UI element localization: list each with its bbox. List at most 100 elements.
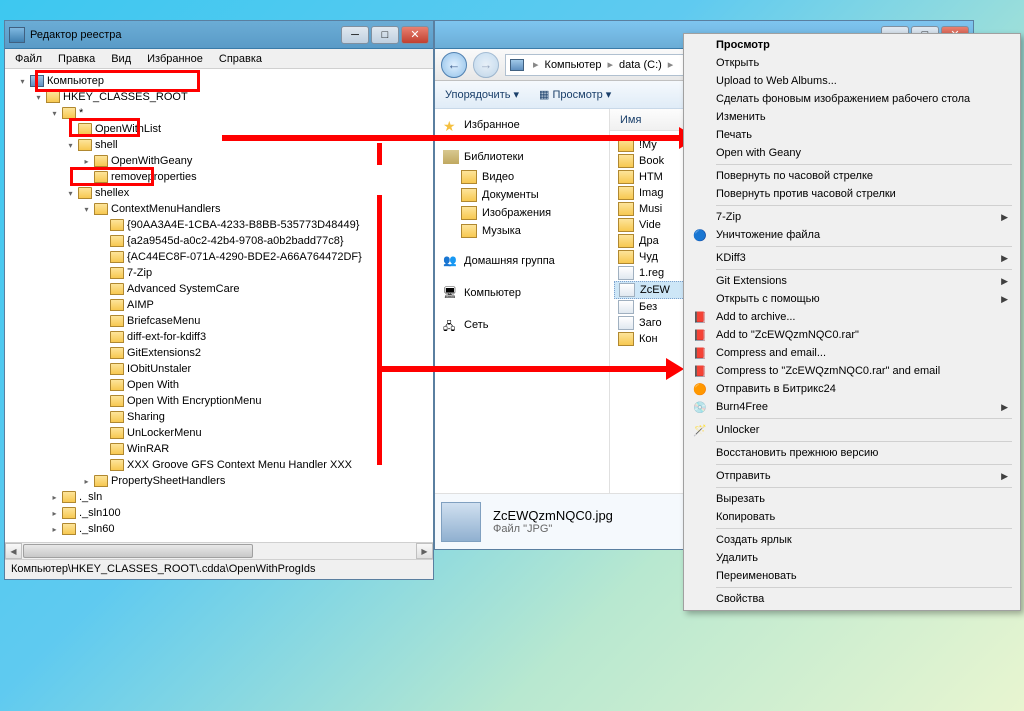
nav-libraries[interactable]: Библиотеки: [439, 147, 605, 167]
maximize-button[interactable]: □: [371, 26, 399, 44]
scroll-track[interactable]: [22, 543, 416, 559]
nav-homegroup[interactable]: 👥Домашняя группа: [439, 251, 605, 271]
context-item[interactable]: Открыть: [686, 54, 1018, 72]
tree-item[interactable]: ▾*: [9, 105, 429, 121]
context-item[interactable]: 📕Add to "ZcEWQzmNQC0.rar": [686, 326, 1018, 344]
expander-icon[interactable]: ▾: [49, 108, 60, 119]
tree-item[interactable]: ▸._sln: [9, 489, 429, 505]
tree-item[interactable]: Open With EncryptionMenu: [9, 393, 429, 409]
crumb-computer[interactable]: Компьютер: [545, 59, 602, 71]
tree-item[interactable]: IObitUnstaler: [9, 361, 429, 377]
context-menu[interactable]: ПросмотрОткрытьUpload to Web Albums...Сд…: [683, 33, 1021, 611]
context-item[interactable]: 💿Burn4Free▶: [686, 398, 1018, 416]
menu-view[interactable]: Вид: [105, 51, 137, 66]
tree-item[interactable]: XXX Groove GFS Context Menu Handler XXX: [9, 457, 429, 473]
nav-lib-music[interactable]: Музыка: [439, 223, 605, 239]
context-item[interactable]: 7-Zip▶: [686, 208, 1018, 226]
tree-item[interactable]: {a2a9545d-a0c2-42b4-9708-a0b2badd77c8}: [9, 233, 429, 249]
nav-lib-video[interactable]: Видео: [439, 169, 605, 185]
context-item[interactable]: Свойства: [686, 590, 1018, 608]
tree-item[interactable]: ▸OpenWithGeany: [9, 153, 429, 169]
tree-item[interactable]: Advanced SystemCare: [9, 281, 429, 297]
scroll-thumb[interactable]: [23, 544, 253, 558]
context-item[interactable]: 📕Add to archive...: [686, 308, 1018, 326]
expander-icon[interactable]: ▾: [65, 188, 76, 199]
context-item[interactable]: 🔵Уничтожение файла: [686, 226, 1018, 244]
scroll-left-button[interactable]: ◀: [5, 543, 22, 559]
context-item[interactable]: 📕Compress and email...: [686, 344, 1018, 362]
tree-item[interactable]: ▾shell: [9, 137, 429, 153]
view-button[interactable]: ▦ Просмотр ▾: [539, 88, 611, 101]
tree-item[interactable]: removeproperties: [9, 169, 429, 185]
nav-favorites[interactable]: ★Избранное: [439, 115, 605, 135]
menu-file[interactable]: Файл: [9, 51, 48, 66]
back-button[interactable]: ←: [441, 52, 467, 78]
context-item[interactable]: 📕Compress to "ZcEWQzmNQC0.rar" and email: [686, 362, 1018, 380]
context-item[interactable]: Создать ярлык: [686, 531, 1018, 549]
context-item[interactable]: Просмотр: [686, 36, 1018, 54]
expander-icon[interactable]: ▸: [49, 508, 60, 519]
tree-item[interactable]: ▾ContextMenuHandlers: [9, 201, 429, 217]
regedit-titlebar[interactable]: Редактор реестра ─ □ ✕: [5, 21, 433, 49]
tree-item[interactable]: ▸._sln100: [9, 505, 429, 521]
context-item[interactable]: Отправить▶: [686, 467, 1018, 485]
tree-item[interactable]: 7-Zip: [9, 265, 429, 281]
nav-network[interactable]: 🖧Сеть: [439, 315, 605, 335]
tree-item[interactable]: OpenWithList: [9, 121, 429, 137]
context-item[interactable]: Open with Geany: [686, 144, 1018, 162]
tree-item[interactable]: ▾shellex: [9, 185, 429, 201]
nav-lib-docs[interactable]: Документы: [439, 187, 605, 203]
context-item[interactable]: Изменить: [686, 108, 1018, 126]
context-item[interactable]: Сделать фоновым изображением рабочего ст…: [686, 90, 1018, 108]
context-item[interactable]: Повернуть против часовой стрелки: [686, 185, 1018, 203]
context-item[interactable]: Печать: [686, 126, 1018, 144]
regedit-scrollbar-h[interactable]: ◀ ▶: [5, 542, 433, 559]
tree-item[interactable]: ▸PropertySheetHandlers: [9, 473, 429, 489]
expander-icon[interactable]: ▸: [49, 492, 60, 503]
tree-item[interactable]: UnLockerMenu: [9, 425, 429, 441]
context-item[interactable]: Git Extensions▶: [686, 272, 1018, 290]
tree-item[interactable]: WinRAR: [9, 441, 429, 457]
expander-icon[interactable]: ▸: [81, 156, 92, 167]
tree-item[interactable]: AIMP: [9, 297, 429, 313]
tree-item[interactable]: GitExtensions2: [9, 345, 429, 361]
context-item[interactable]: Копировать: [686, 508, 1018, 526]
minimize-button[interactable]: ─: [341, 26, 369, 44]
expander-icon[interactable]: ▸: [49, 524, 60, 535]
crumb-drive[interactable]: data (C:): [619, 59, 662, 71]
context-item[interactable]: Upload to Web Albums...: [686, 72, 1018, 90]
tree-item[interactable]: {90AA3A4E-1CBA-4233-B8BB-535773D48449}: [9, 217, 429, 233]
context-item[interactable]: Открыть с помощью▶: [686, 290, 1018, 308]
context-item[interactable]: 🪄Unlocker: [686, 421, 1018, 439]
expander-icon[interactable]: ▾: [81, 204, 92, 215]
tree-item[interactable]: {AC44EC8F-071A-4290-BDE2-A66A764472DF}: [9, 249, 429, 265]
arrange-button[interactable]: Упорядочить ▾: [445, 88, 519, 101]
context-item[interactable]: Вырезать: [686, 490, 1018, 508]
menu-favorites[interactable]: Избранное: [141, 51, 209, 66]
tree-item[interactable]: ▾Компьютер: [9, 73, 429, 89]
tree-item[interactable]: Open With: [9, 377, 429, 393]
context-item[interactable]: Удалить: [686, 549, 1018, 567]
menu-help[interactable]: Справка: [213, 51, 268, 66]
expander-icon[interactable]: ▾: [33, 92, 44, 103]
expander-icon[interactable]: ▸: [81, 476, 92, 487]
close-button[interactable]: ✕: [401, 26, 429, 44]
context-item[interactable]: 🟠Отправить в Битрикс24: [686, 380, 1018, 398]
context-item[interactable]: KDiff3▶: [686, 249, 1018, 267]
regedit-tree[interactable]: ▾Компьютер▾HKEY_CLASSES_ROOT▾*OpenWithLi…: [5, 69, 433, 542]
context-item[interactable]: Повернуть по часовой стрелке: [686, 167, 1018, 185]
tree-item[interactable]: BriefcaseMenu: [9, 313, 429, 329]
nav-lib-pictures[interactable]: Изображения: [439, 205, 605, 221]
tree-item[interactable]: ▾HKEY_CLASSES_ROOT: [9, 89, 429, 105]
forward-button[interactable]: →: [473, 52, 499, 78]
menu-edit[interactable]: Правка: [52, 51, 101, 66]
tree-item[interactable]: ▸._sln60: [9, 521, 429, 537]
context-item[interactable]: Восстановить прежнюю версию: [686, 444, 1018, 462]
scroll-right-button[interactable]: ▶: [416, 543, 433, 559]
tree-item[interactable]: Sharing: [9, 409, 429, 425]
tree-item[interactable]: diff-ext-for-kdiff3: [9, 329, 429, 345]
context-item[interactable]: Переименовать: [686, 567, 1018, 585]
expander-icon[interactable]: ▾: [17, 76, 28, 87]
nav-computer[interactable]: 🖥Компьютер: [439, 283, 605, 303]
expander-icon[interactable]: ▾: [65, 140, 76, 151]
